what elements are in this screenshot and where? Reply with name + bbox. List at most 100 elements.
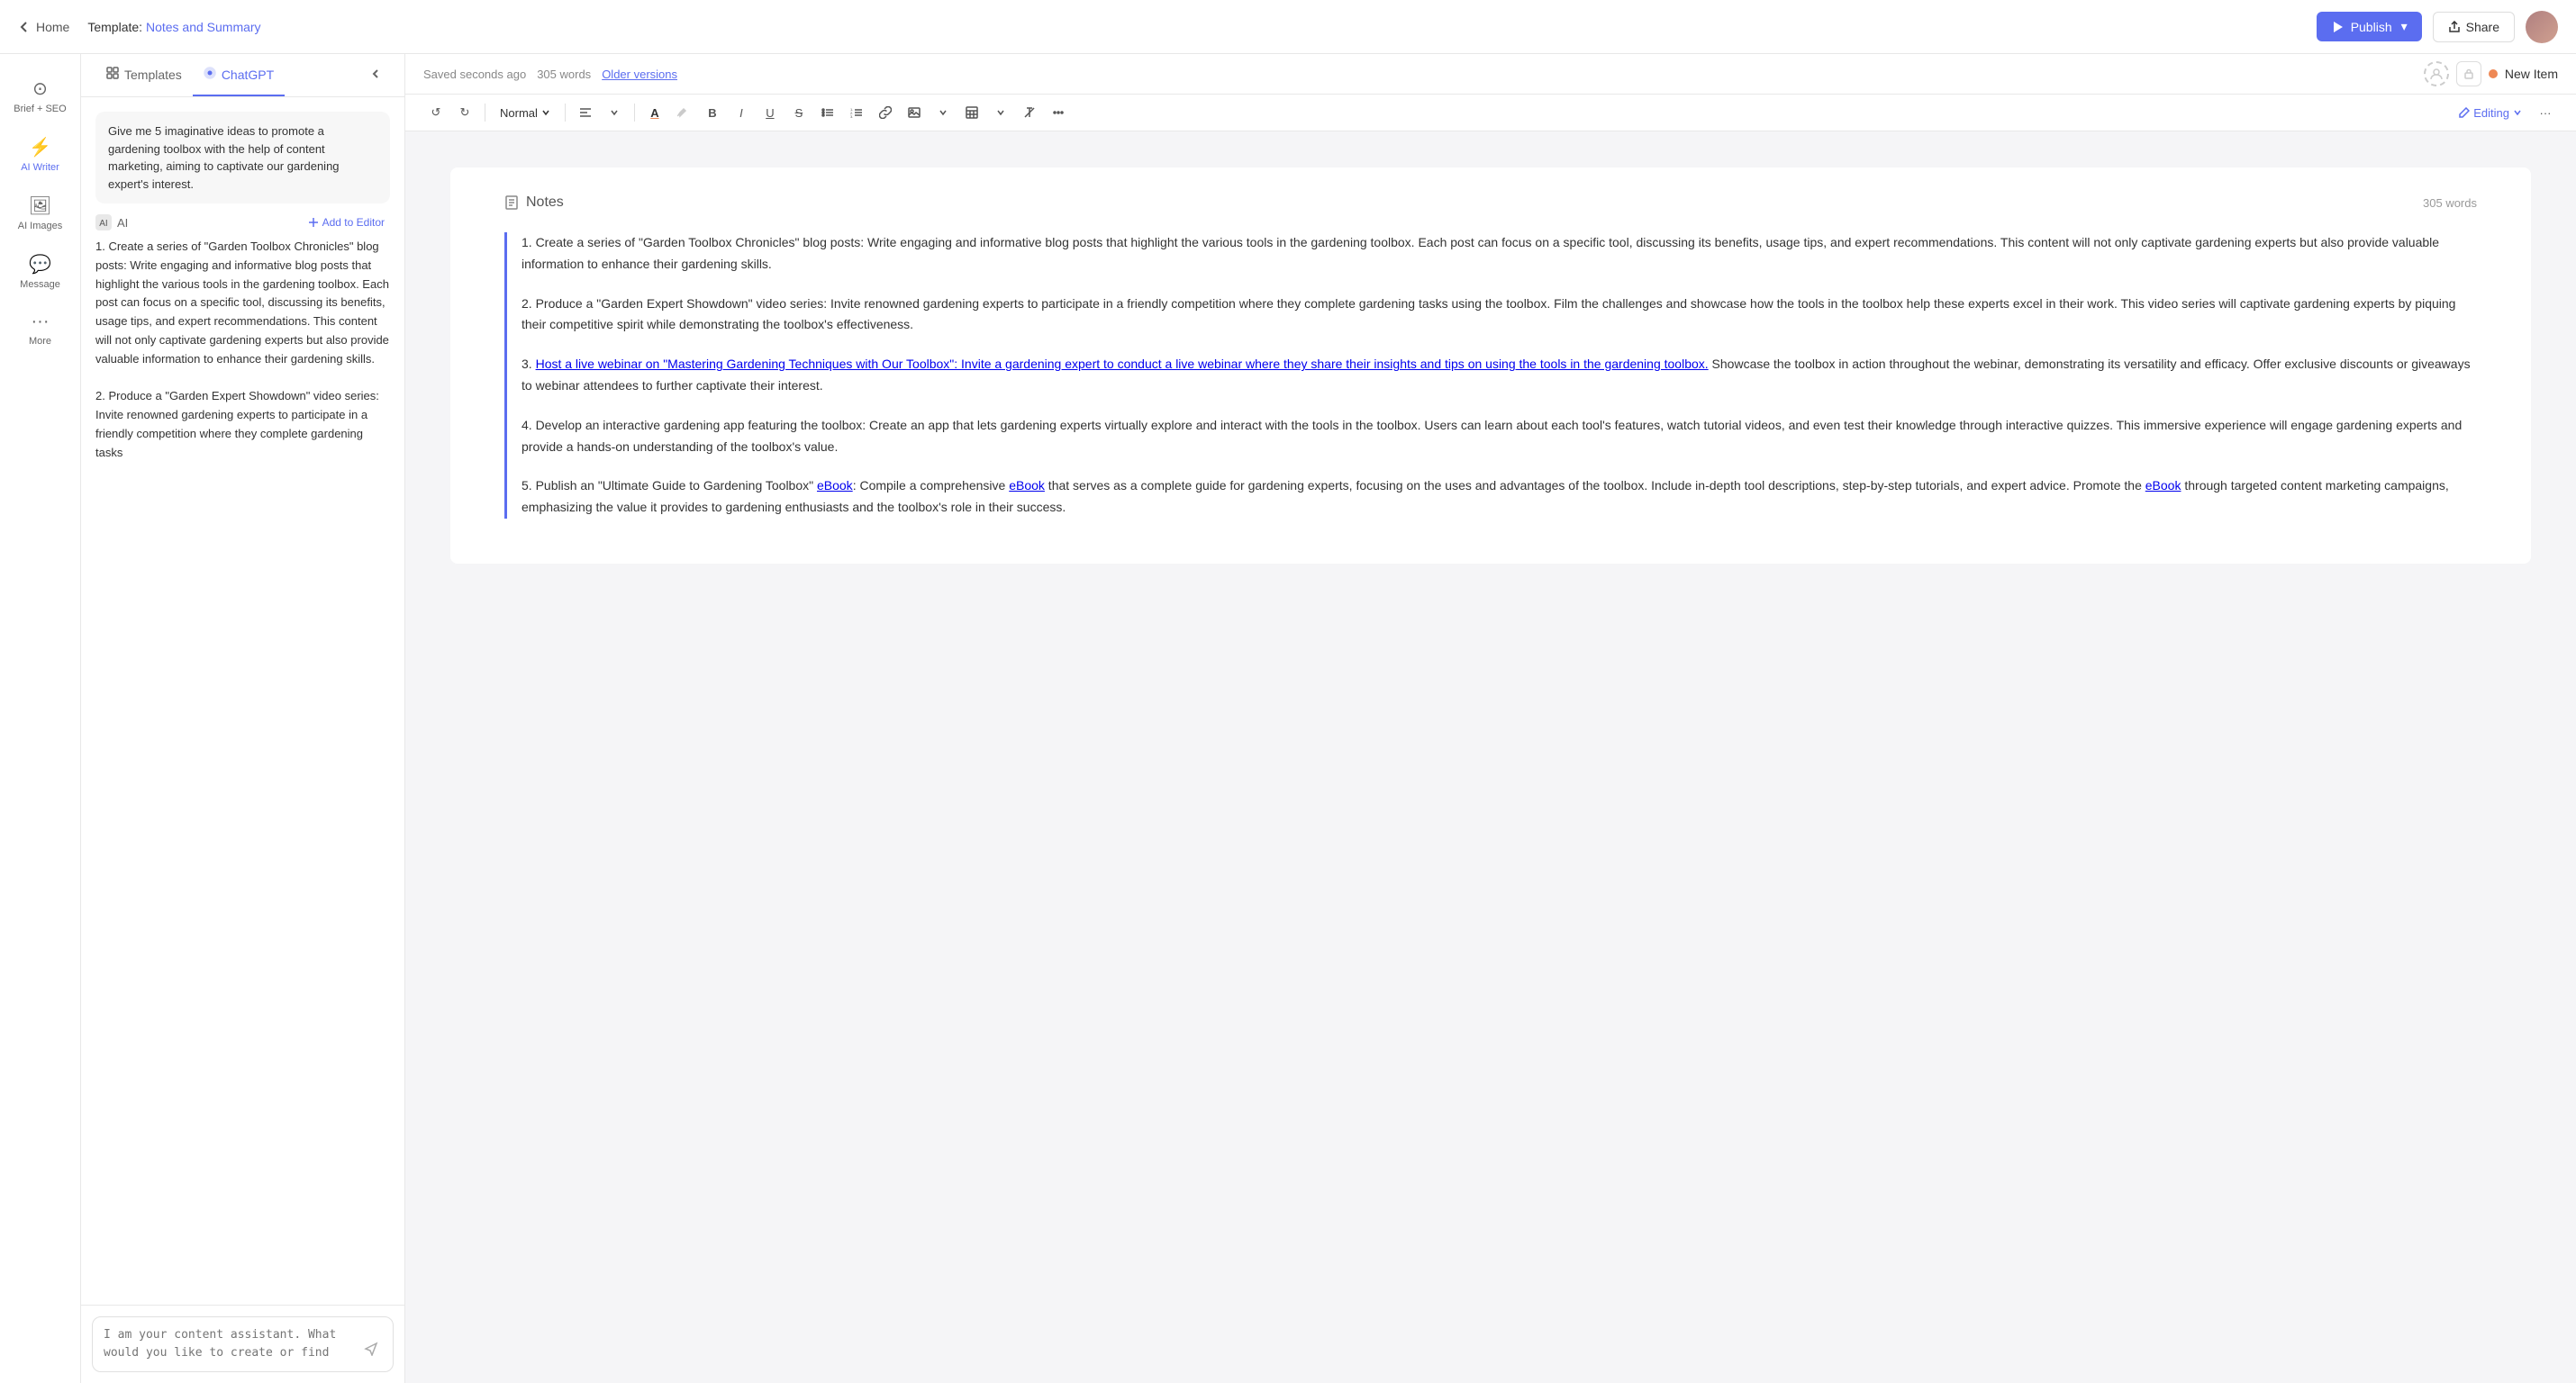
tab-chatgpt[interactable]: ChatGPT [193,54,285,96]
ai-label-text: AI [117,216,128,230]
brief-seo-icon: ⊙ [32,77,48,100]
tab-chatgpt-label: ChatGPT [222,68,274,82]
content-para-5-link1[interactable]: eBook [817,478,853,493]
toolbar-separator-2 [565,104,566,122]
ai-response-container: AI AI Add to Editor 1. Create a series o… [95,214,390,463]
highlight-button[interactable] [671,100,696,125]
content-para-4-text: 4. Develop an interactive gardening app … [522,418,2462,454]
top-header: Home Template: Notes and Summary Publish… [0,0,2576,54]
send-button[interactable] [360,1338,382,1362]
word-count-display: 305 words [2423,196,2477,210]
content-para-2-text: 2. Produce a "Garden Expert Showdown" vi… [522,296,2455,332]
align-left-button[interactable] [573,100,598,125]
sidebar-item-ai-writer-label: AI Writer [21,162,59,173]
template-prefix: Template: [87,20,142,34]
sidebar-item-brief-seo[interactable]: ⊙ Brief + SEO [5,68,77,123]
toolbar-separator-3 [634,104,635,122]
ai-response-text: 1. Create a series of "Garden Toolbox Ch… [95,238,390,463]
sidebar-item-ai-images[interactable]: 🖼 AI Images [5,185,77,240]
editor-scroll-container: Notes 305 words 1. Create a series of "G… [405,131,2576,1383]
content-para-5: 5. Publish an "Ultimate Guide to Gardeni… [522,475,2477,519]
editing-mode-selector[interactable]: Editing [2452,100,2529,125]
image-dropdown-button[interactable] [930,100,956,125]
panel-tabs: Templates ChatGPT [81,54,404,97]
font-color-button[interactable]: A [642,100,667,125]
ai-response-header: AI AI Add to Editor [95,214,390,230]
chat-input[interactable] [104,1326,353,1362]
avatar-image [2526,11,2558,43]
sidebar-item-more-label: More [29,336,51,347]
underline-button[interactable]: U [757,100,783,125]
left-sidebar: ⊙ Brief + SEO ⚡ AI Writer 🖼 AI Images 💬 … [0,54,81,1383]
content-para-3-link[interactable]: Host a live webinar on "Mastering Garden… [536,357,1709,371]
image-button[interactable] [902,100,927,125]
content-para-1: 1. Create a series of "Garden Toolbox Ch… [522,232,2477,276]
share-label: Share [2466,20,2499,34]
align-dropdown-button[interactable] [602,100,627,125]
templates-tab-icon [106,67,119,82]
content-para-5-link2[interactable]: eBook [1009,478,1045,493]
svg-text:3.: 3. [850,114,853,119]
word-count-status: 305 words [537,68,591,81]
message-icon: 💬 [29,253,51,276]
publish-dropdown-arrow: ▾ [2401,19,2408,34]
avatar[interactable] [2526,11,2558,43]
status-info: Saved seconds ago 305 words Older versio… [423,68,677,81]
editor-doc-header: Notes 305 words [504,194,2477,211]
back-home-button[interactable]: Home [18,20,69,34]
chatgpt-tab-icon [204,67,216,82]
content-para-3-prefix: 3. [522,357,536,371]
save-status: Saved seconds ago [423,68,526,81]
ai-label: AI AI [95,214,128,230]
ai-images-icon: 🖼 [29,194,51,217]
strikethrough-button[interactable]: S [786,100,812,125]
bold-button[interactable]: B [700,100,725,125]
italic-button[interactable]: I [729,100,754,125]
sidebar-item-more[interactable]: ··· More [5,303,77,356]
text-style-selector[interactable]: Normal [493,103,558,123]
panel: Templates ChatGPT Give me 5 i [81,54,405,1383]
content-para-5-link3[interactable]: eBook [2145,478,2181,493]
redo-button[interactable]: ↻ [452,100,477,125]
formatting-toolbar: ↺ ↻ Normal A [405,95,2576,131]
sidebar-item-ai-writer[interactable]: ⚡ AI Writer [5,127,77,182]
more-options-button[interactable]: ··· [2533,100,2558,125]
share-button[interactable]: Share [2433,12,2515,42]
tab-templates[interactable]: Templates [95,54,193,96]
panel-collapse-button[interactable] [361,59,390,91]
content-para-1-text: 1. Create a series of "Garden Toolbox Ch… [522,235,2439,271]
publish-label: Publish [2351,20,2392,34]
new-item-area: New Item [2424,61,2558,86]
lock-icon [2456,61,2481,86]
new-item-label: New Item [2505,67,2558,81]
publish-button[interactable]: Publish ▾ [2317,12,2422,41]
sidebar-item-ai-images-label: AI Images [18,221,63,231]
link-button[interactable] [873,100,898,125]
sidebar-item-brief-seo-label: Brief + SEO [14,104,66,114]
content-para-5-mid: : Compile a comprehensive [853,478,1010,493]
table-button[interactable] [959,100,984,125]
content-para-5-suffix: that serves as a complete guide for gard… [1045,478,2145,493]
undo-button[interactable]: ↺ [423,100,449,125]
content-para-5-prefix: 5. Publish an "Ultimate Guide to Gardeni… [522,478,817,493]
editor-content[interactable]: Notes 305 words 1. Create a series of "G… [450,167,2531,564]
more-format-button[interactable] [1046,100,1071,125]
more-icon: ··· [32,312,50,332]
bullet-list-button[interactable] [815,100,840,125]
older-versions-link[interactable]: Older versions [602,68,677,81]
doc-title-text: Notes [526,194,564,211]
content-para-3: 3. Host a live webinar on "Mastering Gar… [522,354,2477,397]
chat-input-area [81,1305,404,1383]
content-para-2: 2. Produce a "Garden Expert Showdown" vi… [522,294,2477,337]
template-name-link[interactable]: Notes and Summary [146,20,261,34]
ordered-list-button[interactable]: 1. 2. 3. [844,100,869,125]
table-dropdown-button[interactable] [988,100,1013,125]
collaborator-avatar [2424,61,2449,86]
user-message: Give me 5 imaginative ideas to promote a… [95,112,390,203]
sidebar-item-message[interactable]: 💬 Message [5,244,77,299]
content-para-4: 4. Develop an interactive gardening app … [522,415,2477,458]
ai-writer-icon: ⚡ [29,136,51,158]
add-to-editor-button[interactable]: Add to Editor [303,214,390,230]
clear-format-button[interactable] [1017,100,1042,125]
editor-left-border: 1. Create a series of "Garden Toolbox Ch… [504,232,2477,519]
